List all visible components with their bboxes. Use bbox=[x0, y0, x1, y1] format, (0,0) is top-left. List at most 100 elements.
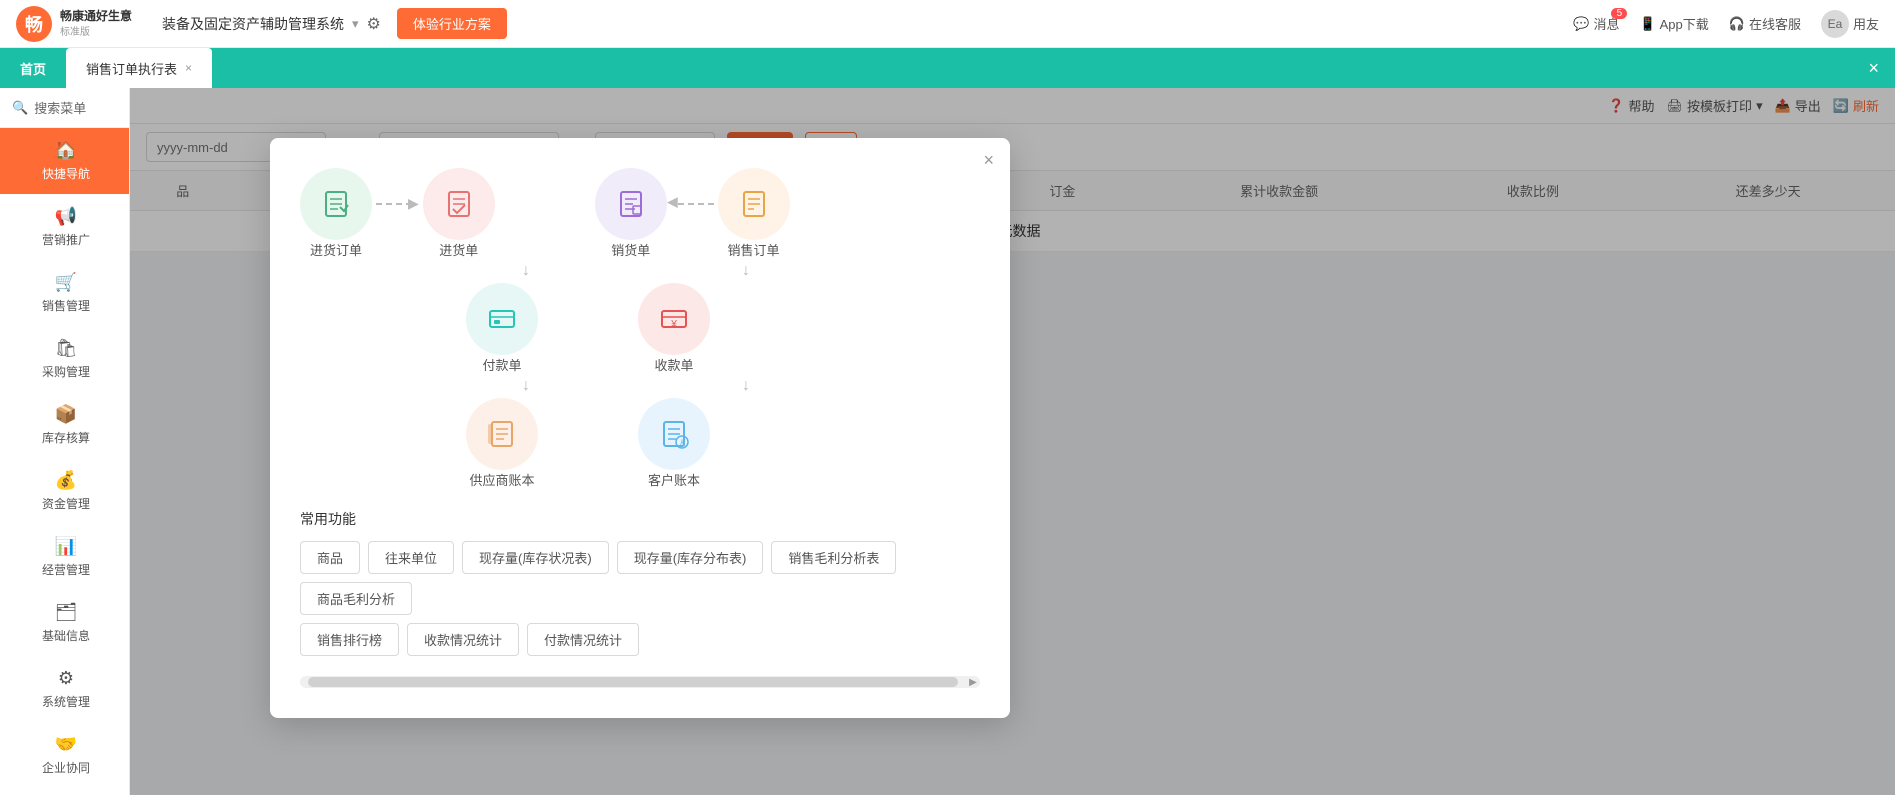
tab-home-label: 首页 bbox=[20, 59, 46, 78]
sale-order-icon bbox=[718, 168, 790, 240]
tab-close-all[interactable]: × bbox=[1852, 58, 1895, 79]
user-avatar: Ea bbox=[1821, 10, 1849, 38]
message-icon: 💬 bbox=[1573, 16, 1589, 32]
func-btn-partners[interactable]: 往来单位 bbox=[368, 541, 454, 574]
spacer-left3 bbox=[300, 374, 420, 398]
tab-sales-order[interactable]: 销售订单执行表 × bbox=[66, 48, 212, 88]
node-receipt: ¥ 收款单 bbox=[638, 283, 710, 374]
arrow-so-sb: ▶ bbox=[667, 195, 718, 212]
system-icon: ⚙ bbox=[58, 668, 74, 689]
download-icon: 📱 bbox=[1639, 16, 1655, 32]
sidebar-item-marketing-label: 营销推广 bbox=[42, 231, 90, 248]
func-btn-goods[interactable]: 商品 bbox=[300, 541, 360, 574]
func-btn-inventory-status[interactable]: 现存量(库存状况表) bbox=[462, 541, 609, 574]
sidebar-item-quick-nav-label: 快捷导航 bbox=[42, 165, 90, 182]
func-btn-receipt-stats[interactable]: 收款情况统计 bbox=[407, 623, 519, 656]
receipt-label: 收款单 bbox=[654, 355, 693, 374]
func-btn-sales-rank[interactable]: 销售排行榜 bbox=[300, 623, 399, 656]
sidebar-item-sales-label: 销售管理 bbox=[42, 297, 90, 314]
quick-nav-icon: 🏠 bbox=[55, 140, 77, 161]
arrow-down-rec: ↓ bbox=[686, 374, 806, 398]
top-header: 畅 畅康通好生意 标准版 装备及固定资产辅助管理系统 ▾ ⚙ 体验行业方案 💬 … bbox=[0, 0, 1895, 48]
tab-close-icon[interactable]: × bbox=[185, 61, 192, 75]
sidebar-item-base[interactable]: 🗂 基础信息 bbox=[0, 590, 129, 656]
marketing-icon: 📢 bbox=[55, 206, 77, 227]
user-label: 用友 bbox=[1853, 14, 1879, 33]
workflow-diagram: 进货订单 ▶ bbox=[300, 168, 980, 489]
logo-text: 畅康通好生意 标准版 bbox=[60, 9, 132, 38]
gear-button[interactable]: ⚙ bbox=[367, 14, 381, 34]
sidebar-item-quick-nav[interactable]: 🏠 快捷导航 bbox=[0, 128, 129, 194]
sidebar-search[interactable]: 🔍 搜索菜单 bbox=[0, 88, 129, 128]
sidebar-item-newbie[interactable]: 📖 新手引导 bbox=[0, 788, 129, 795]
logo-area: 畅 畅康通好生意 标准版 bbox=[16, 6, 146, 42]
modal-box: × bbox=[270, 138, 1010, 718]
logo-icon: 畅 bbox=[16, 6, 52, 42]
receipt-icon: ¥ bbox=[638, 283, 710, 355]
arrow-down-pay: ↓ bbox=[466, 374, 586, 398]
arrow-po-pb: ▶ bbox=[372, 195, 423, 212]
spacer-mid2 bbox=[586, 259, 686, 283]
sidebar-item-sales[interactable]: 🛒 销售管理 bbox=[0, 260, 129, 326]
sidebar-item-marketing[interactable]: 📢 营销推广 bbox=[0, 194, 129, 260]
tab-home[interactable]: 首页 bbox=[0, 48, 66, 88]
sidebar-item-system[interactable]: ⚙ 系统管理 bbox=[0, 656, 129, 722]
purchase-order-label: 进货订单 bbox=[310, 240, 362, 259]
sidebar-item-finance[interactable]: 💰 资金管理 bbox=[0, 458, 129, 524]
customer-ledger-icon: 人 bbox=[638, 398, 710, 470]
dropdown-icon[interactable]: ▾ bbox=[352, 16, 359, 32]
search-icon: 🔍 bbox=[12, 100, 28, 116]
sidebar: 🔍 搜索菜单 🏠 快捷导航 📢 营销推广 🛒 销售管理 🛍 采购管理 📦 库存核… bbox=[0, 88, 130, 795]
node-payment: 付款单 bbox=[466, 283, 538, 374]
sidebar-item-purchase[interactable]: 🛍 采购管理 bbox=[0, 326, 129, 392]
payment-icon bbox=[466, 283, 538, 355]
tab-sales-order-label: 销售订单执行表 bbox=[86, 59, 177, 78]
spacer-arrow bbox=[420, 259, 466, 283]
node-sale-order: 销售订单 bbox=[718, 168, 790, 259]
svg-text:人: 人 bbox=[678, 439, 686, 448]
customer-ledger-label: 客户账本 bbox=[648, 470, 700, 489]
message-btn[interactable]: 💬 消息 5 bbox=[1573, 14, 1619, 33]
modal-scrollbar[interactable]: ▶ bbox=[300, 676, 980, 688]
common-func-title: 常用功能 bbox=[300, 509, 980, 529]
sidebar-item-enterprise[interactable]: 🤝 企业协同 bbox=[0, 722, 129, 788]
logo-sub: 标准版 bbox=[60, 23, 132, 38]
supplier-ledger-icon bbox=[466, 398, 538, 470]
header-right: 💬 消息 5 📱 App下载 🎧 在线客服 Ea 用友 bbox=[1573, 10, 1879, 38]
purchase-bill-icon bbox=[423, 168, 495, 240]
sidebar-item-enterprise-label: 企业协同 bbox=[42, 759, 90, 776]
finance-icon: 💰 bbox=[55, 470, 77, 491]
online-service-btn[interactable]: 🎧 在线客服 bbox=[1729, 14, 1801, 33]
online-service-label: 在线客服 bbox=[1749, 14, 1801, 33]
sidebar-item-system-label: 系统管理 bbox=[42, 693, 90, 710]
scrollbar-right-arrow[interactable]: ▶ bbox=[966, 676, 980, 688]
sidebar-item-purchase-label: 采购管理 bbox=[42, 363, 90, 380]
func-btn-goods-profit[interactable]: 商品毛利分析 bbox=[300, 582, 412, 615]
sidebar-item-inventory[interactable]: 📦 库存核算 bbox=[0, 392, 129, 458]
func-btns-row1: 商品 往来单位 现存量(库存状况表) 现存量(库存分布表) 销售毛利分析表 商品… bbox=[300, 541, 980, 615]
modal-overlay[interactable]: × bbox=[130, 88, 1895, 795]
base-icon: 🗂 bbox=[55, 602, 78, 623]
spacer-left bbox=[300, 259, 420, 283]
app-download-btn[interactable]: 📱 App下载 bbox=[1639, 14, 1708, 33]
service-icon: 🎧 bbox=[1729, 16, 1745, 32]
sidebar-item-business[interactable]: 📊 经营管理 bbox=[0, 524, 129, 590]
spacer-arrow3 bbox=[420, 374, 466, 398]
search-label: 搜索菜单 bbox=[34, 98, 86, 117]
try-btn[interactable]: 体验行业方案 bbox=[397, 8, 507, 39]
common-func-section: 常用功能 商品 往来单位 现存量(库存状况表) 现存量(库存分布表) 销售毛利分… bbox=[300, 509, 980, 656]
svg-text:¥: ¥ bbox=[670, 319, 677, 330]
sidebar-item-business-label: 经营管理 bbox=[42, 561, 90, 578]
purchase-bill-label: 进货单 bbox=[439, 240, 478, 259]
sidebar-item-inventory-label: 库存核算 bbox=[42, 429, 90, 446]
modal-close-btn[interactable]: × bbox=[983, 150, 994, 171]
func-btn-payment-stats[interactable]: 付款情况统计 bbox=[527, 623, 639, 656]
user-area[interactable]: Ea 用友 bbox=[1821, 10, 1879, 38]
sidebar-item-finance-label: 资金管理 bbox=[42, 495, 90, 512]
system-title-area: 装备及固定资产辅助管理系统 ▾ ⚙ 体验行业方案 bbox=[146, 8, 1573, 39]
func-btn-inventory-dist[interactable]: 现存量(库存分布表) bbox=[617, 541, 764, 574]
func-btn-sales-profit[interactable]: 销售毛利分析表 bbox=[771, 541, 896, 574]
scrollbar-thumb[interactable] bbox=[308, 677, 958, 687]
node-purchase-order: 进货订单 bbox=[300, 168, 372, 259]
message-badge: 5 bbox=[1611, 8, 1627, 19]
